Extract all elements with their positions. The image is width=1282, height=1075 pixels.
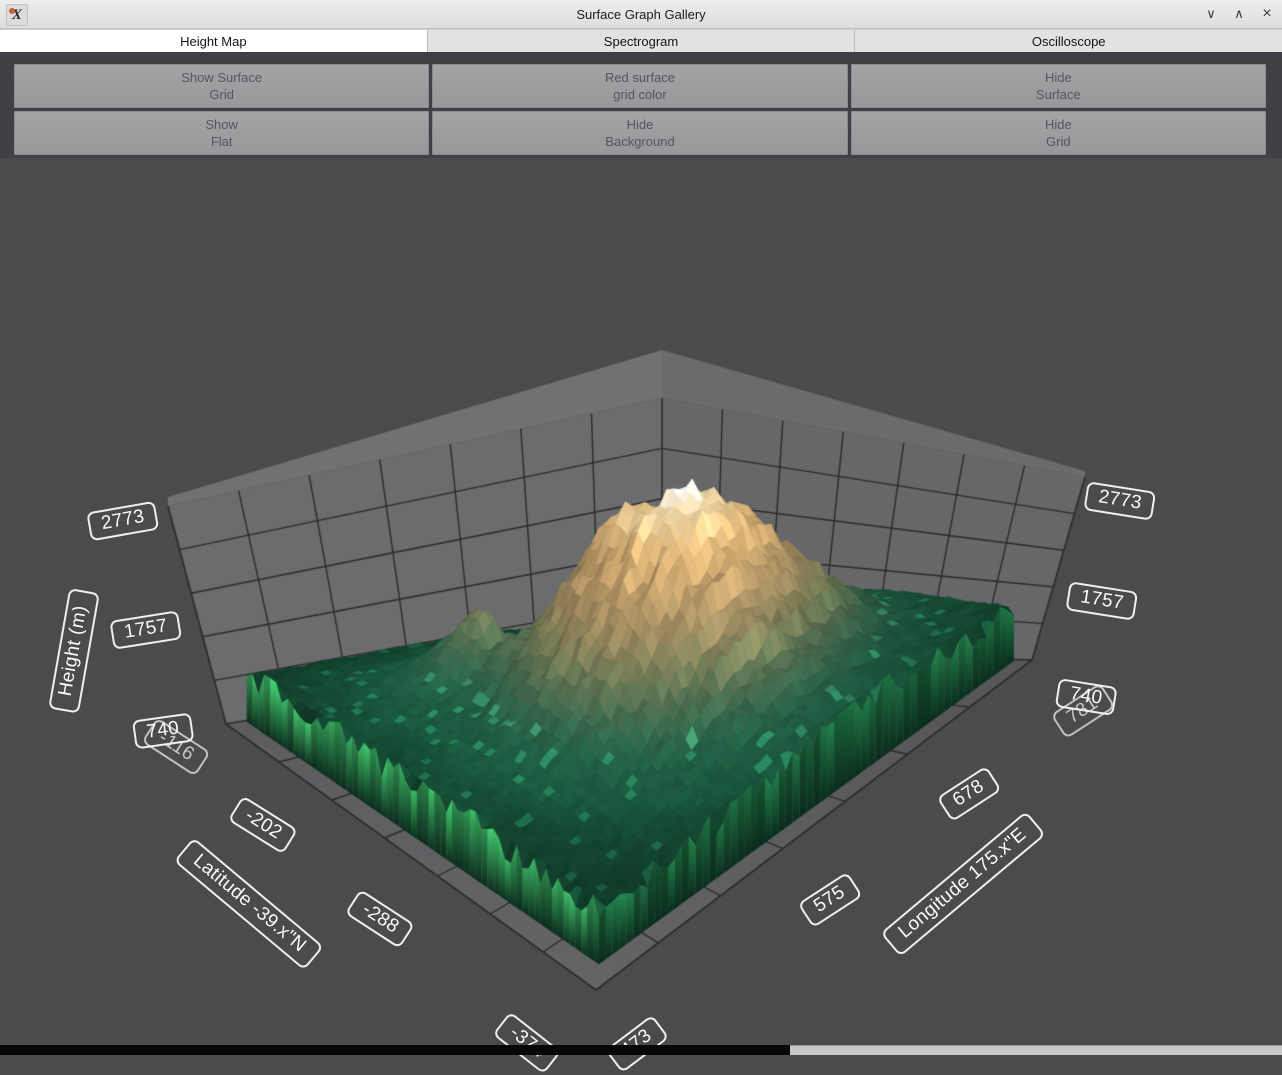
shade-window-button[interactable]: ∨ bbox=[1202, 5, 1220, 23]
x11-logo-dot bbox=[9, 8, 15, 14]
button-label: grid color bbox=[613, 86, 666, 103]
hide-background-button[interactable]: Hide Background bbox=[432, 111, 847, 155]
app-x11-logo-icon: X bbox=[6, 4, 28, 26]
tab-spectrogram[interactable]: Spectrogram bbox=[428, 30, 856, 53]
hide-surface-button[interactable]: Hide Surface bbox=[851, 64, 1266, 108]
titlebar[interactable]: X Surface Graph Gallery ∨ ∧ × bbox=[0, 0, 1282, 29]
button-label: Grid bbox=[209, 86, 234, 103]
taskbar-right-segment bbox=[790, 1045, 1282, 1055]
button-label: Background bbox=[605, 133, 674, 150]
tab-bar: Height Map Spectrogram Oscilloscope bbox=[0, 29, 1282, 53]
button-label: Hide bbox=[1045, 69, 1072, 86]
show-surface-grid-button[interactable]: Show Surface Grid bbox=[14, 64, 429, 108]
button-label: Red surface bbox=[605, 69, 675, 86]
button-label: Surface bbox=[1036, 86, 1081, 103]
red-surface-grid-color-button[interactable]: Red surface grid color bbox=[432, 64, 847, 108]
button-label: Show bbox=[205, 116, 238, 133]
taskbar-left-segment bbox=[0, 1045, 790, 1055]
tab-height-map[interactable]: Height Map bbox=[0, 30, 428, 53]
button-label: Hide bbox=[627, 116, 654, 133]
toolbar: Show Surface Grid Red surface grid color… bbox=[0, 52, 1282, 158]
show-flat-button[interactable]: Show Flat bbox=[14, 111, 429, 155]
button-label: Hide bbox=[1045, 116, 1072, 133]
window-title: Surface Graph Gallery bbox=[0, 7, 1282, 22]
button-label: Show Surface bbox=[181, 69, 262, 86]
hide-grid-button[interactable]: Hide Grid bbox=[851, 111, 1266, 155]
maximize-window-button[interactable]: ∧ bbox=[1230, 5, 1248, 23]
close-window-button[interactable]: × bbox=[1258, 5, 1276, 23]
button-label: Grid bbox=[1046, 133, 1071, 150]
button-label: Flat bbox=[211, 133, 233, 150]
surface-3d-view[interactable] bbox=[0, 0, 1282, 1055]
tab-oscilloscope[interactable]: Oscilloscope bbox=[855, 30, 1282, 53]
